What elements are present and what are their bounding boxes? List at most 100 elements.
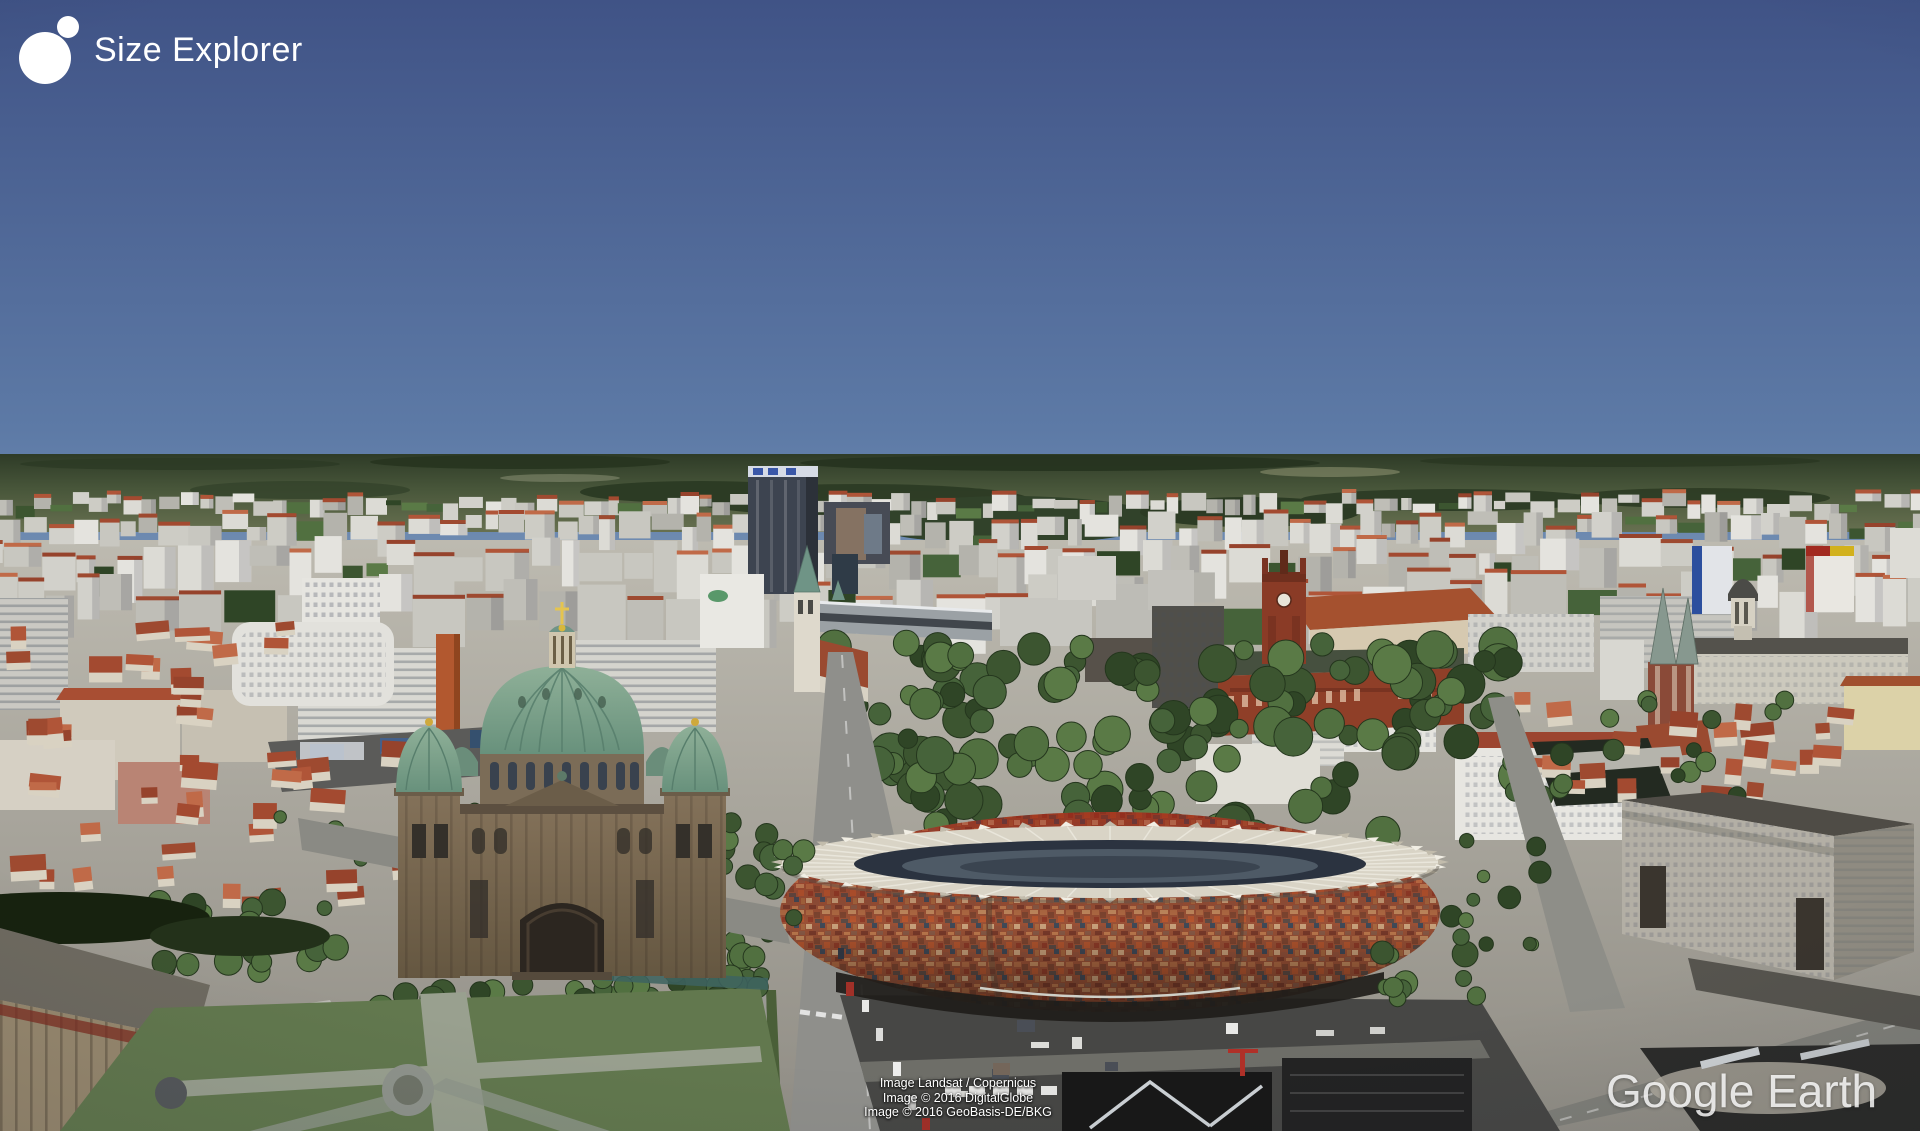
distant-shade [1256, 519, 1265, 545]
distant-building [730, 494, 749, 505]
tree [897, 728, 919, 749]
distant-building [578, 552, 623, 582]
tree [1526, 836, 1547, 857]
plaza-booth [1105, 1062, 1118, 1071]
distant-shade [28, 545, 42, 567]
distant-building [978, 542, 998, 578]
distant-shade [1318, 503, 1327, 513]
distant-trees [1217, 608, 1264, 645]
distant-roof [1388, 552, 1429, 557]
earth-3d-viewport[interactable] [0, 0, 1920, 1131]
tree [939, 681, 966, 708]
old-town-roof [1724, 758, 1743, 776]
tree [1550, 742, 1574, 767]
distant-building [982, 503, 994, 518]
distant-shade [550, 537, 560, 566]
old-town-roof [28, 718, 48, 736]
attribution-line: Image © 2016 GeoBasis-DE/BKG [864, 1105, 1052, 1119]
distant-building [624, 553, 653, 579]
distant-roof [49, 524, 76, 529]
tree [944, 780, 984, 821]
distant-building [712, 551, 734, 573]
distant-building [34, 496, 52, 509]
old-town-roof [29, 782, 57, 791]
distant-roof [498, 510, 525, 514]
tree [868, 702, 892, 726]
distant-building [1166, 496, 1179, 514]
distant-trees [1849, 528, 1867, 539]
distant-roof [935, 497, 956, 502]
distant-shade [903, 493, 910, 511]
distant-roof [608, 496, 619, 501]
distant-building [159, 496, 180, 510]
tree [1455, 970, 1473, 987]
distant-building [1147, 511, 1176, 540]
distant-building [465, 515, 482, 528]
distant-shade [286, 516, 297, 546]
distant-shade [192, 492, 199, 505]
distant-shade [1773, 513, 1780, 535]
tree [1466, 986, 1487, 1006]
distant-roof [696, 512, 712, 517]
tree [1764, 703, 1782, 721]
distant-building [1263, 512, 1289, 547]
distant-roof [18, 577, 45, 582]
old-town-roof [10, 626, 27, 641]
distant-roof [642, 501, 667, 505]
distant-building [1601, 498, 1618, 514]
distant-roof [289, 548, 312, 553]
distant-building [1557, 499, 1581, 513]
distant-roof [936, 594, 986, 599]
tree [782, 855, 804, 876]
tree [1017, 632, 1051, 666]
tree [1188, 696, 1218, 726]
distant-roof [1484, 568, 1508, 573]
distant-building [1412, 503, 1436, 513]
distant-roof [1024, 546, 1049, 550]
distant-building [72, 492, 90, 504]
distant-shade [209, 497, 214, 509]
tree [1476, 869, 1491, 884]
distant-building [24, 517, 47, 533]
distant-building [1054, 500, 1078, 509]
distant-building [1429, 540, 1451, 566]
distant-shade [914, 514, 922, 536]
distant-shade [116, 493, 122, 504]
old-town-roof [79, 822, 101, 836]
distant-building [577, 584, 626, 644]
distant-shade [526, 579, 538, 621]
tree [1371, 644, 1413, 685]
distant-shade [1719, 512, 1728, 542]
distant-building [314, 536, 342, 573]
granite-bowl [155, 1077, 187, 1109]
distant-building [99, 521, 120, 547]
distant-shade [707, 497, 712, 507]
distant-trees [401, 502, 428, 511]
plaza-booth [1316, 1030, 1334, 1036]
distant-building [158, 524, 191, 546]
distant-roof [676, 550, 709, 555]
distant-shade [601, 501, 610, 516]
distant-roof [1618, 583, 1646, 588]
distant-building [1193, 572, 1215, 603]
size-explorer-logo [19, 16, 79, 84]
earth-scene [0, 454, 1920, 1131]
tree [1233, 640, 1254, 661]
tree [1056, 721, 1087, 753]
distant-roof [412, 594, 465, 599]
distant-shade [1587, 517, 1593, 532]
distant-building [1910, 492, 1920, 511]
distant-roof [1687, 500, 1701, 505]
distant-building [619, 511, 651, 539]
tree [1288, 788, 1324, 824]
distant-shade [1009, 522, 1019, 550]
app-title: Size Explorer [94, 30, 303, 69]
distant-roof [347, 492, 364, 497]
tree [1150, 708, 1176, 734]
distant-roof [413, 552, 455, 557]
tree [1497, 885, 1522, 910]
distant-roof [680, 492, 699, 496]
distant-building [558, 521, 578, 540]
distant-roof [1356, 499, 1374, 504]
distant-roof [99, 518, 120, 523]
